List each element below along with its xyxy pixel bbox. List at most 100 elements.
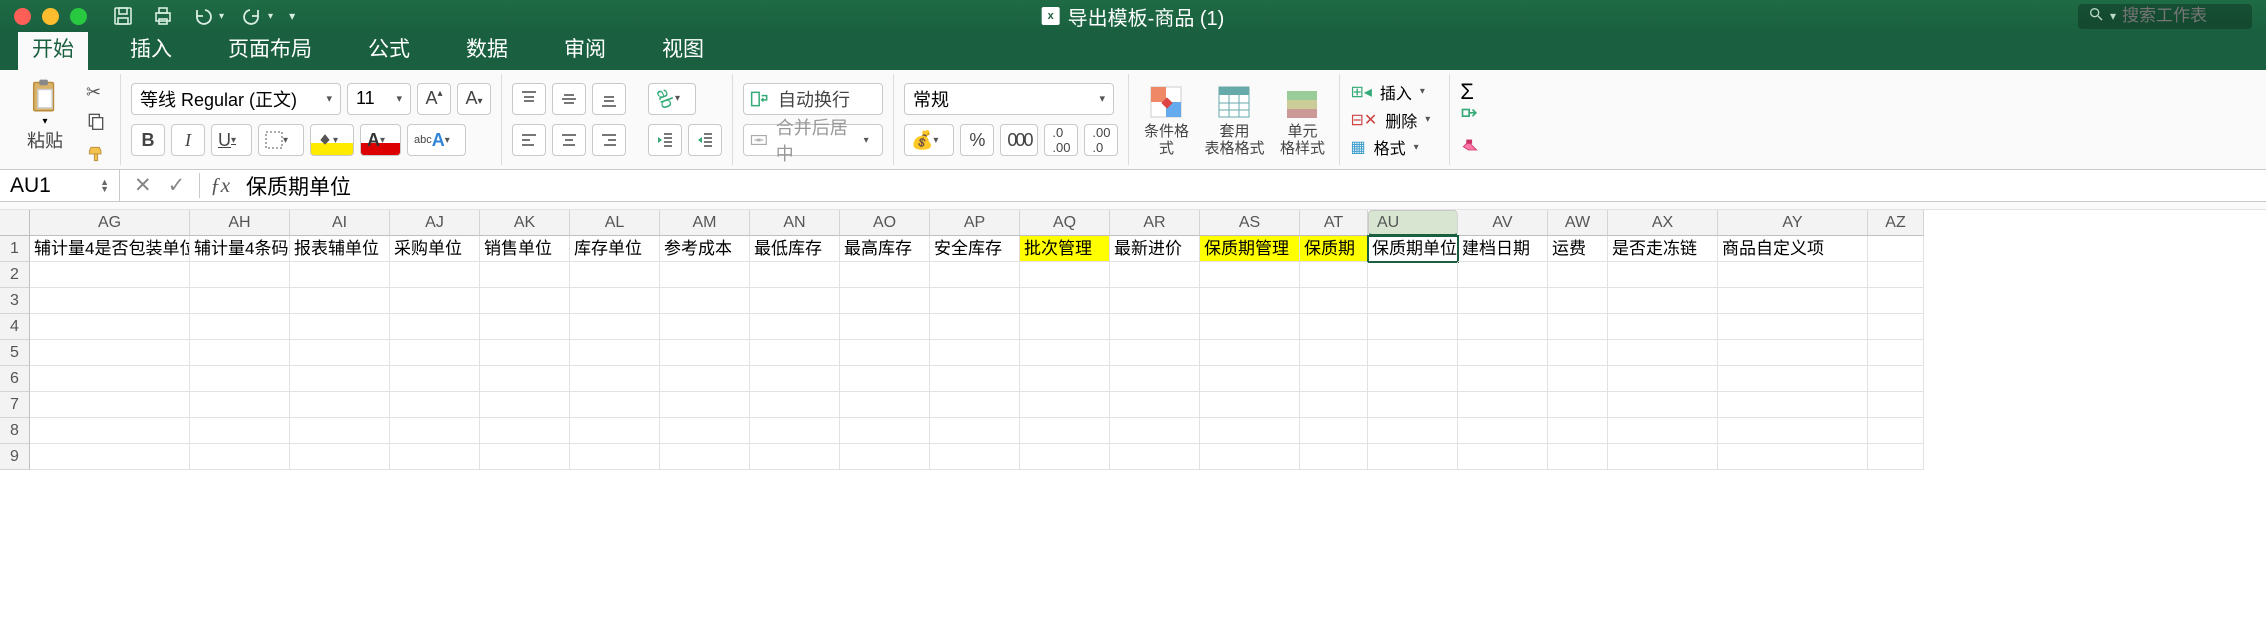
cell-AV4[interactable]: [1458, 314, 1548, 340]
copy-icon[interactable]: [86, 111, 106, 136]
cell-AU1[interactable]: 保质期单位: [1368, 236, 1458, 262]
accept-formula-icon[interactable]: ✓: [168, 173, 186, 198]
cell-AN4[interactable]: [750, 314, 840, 340]
cell-AX8[interactable]: [1608, 418, 1718, 444]
cell-AP1[interactable]: 安全库存: [930, 236, 1020, 262]
cell-AT7[interactable]: [1300, 392, 1368, 418]
cell-AI5[interactable]: [290, 340, 390, 366]
cell-AY2[interactable]: [1718, 262, 1868, 288]
cell-AO7[interactable]: [840, 392, 930, 418]
cell-AP5[interactable]: [930, 340, 1020, 366]
cell-AP9[interactable]: [930, 444, 1020, 470]
cell-AS1[interactable]: 保质期管理: [1200, 236, 1300, 262]
tab-data[interactable]: 数据: [452, 27, 522, 70]
merge-center-button[interactable]: 合并后居中 ▾: [743, 124, 883, 156]
cell-AU3[interactable]: [1368, 288, 1458, 314]
cell-AN9[interactable]: [750, 444, 840, 470]
cell-AY5[interactable]: [1718, 340, 1868, 366]
cell-AN2[interactable]: [750, 262, 840, 288]
cell-AP7[interactable]: [930, 392, 1020, 418]
cell-AI2[interactable]: [290, 262, 390, 288]
cell-AN1[interactable]: 最低库存: [750, 236, 840, 262]
align-top-button[interactable]: [512, 83, 546, 115]
minimize-window[interactable]: [42, 8, 59, 25]
save-icon[interactable]: [111, 4, 135, 28]
column-header-AY[interactable]: AY: [1718, 210, 1868, 236]
column-header-AJ[interactable]: AJ: [390, 210, 480, 236]
cell-AN6[interactable]: [750, 366, 840, 392]
currency-button[interactable]: 💰▾: [904, 124, 954, 156]
cell-AS9[interactable]: [1200, 444, 1300, 470]
cell-AY6[interactable]: [1718, 366, 1868, 392]
row-header-3[interactable]: 3: [0, 288, 30, 314]
align-right-button[interactable]: [592, 124, 626, 156]
font-color-button[interactable]: A▾: [360, 124, 401, 156]
cell-AQ6[interactable]: [1020, 366, 1110, 392]
cell-AX1[interactable]: 是否走冻链: [1608, 236, 1718, 262]
cell-AI7[interactable]: [290, 392, 390, 418]
column-header-AQ[interactable]: AQ: [1020, 210, 1110, 236]
cell-AK3[interactable]: [480, 288, 570, 314]
cell-AU7[interactable]: [1368, 392, 1458, 418]
cell-AY9[interactable]: [1718, 444, 1868, 470]
decrease-font-button[interactable]: A▾: [457, 83, 491, 115]
cell-AO6[interactable]: [840, 366, 930, 392]
cell-AI4[interactable]: [290, 314, 390, 340]
cell-AL5[interactable]: [570, 340, 660, 366]
cell-AZ1[interactable]: [1868, 236, 1924, 262]
insert-cells-icon[interactable]: ⊞◂: [1350, 82, 1371, 102]
fill-icon[interactable]: [1460, 107, 1480, 132]
column-header-AO[interactable]: AO: [840, 210, 930, 236]
cell-AQ9[interactable]: [1020, 444, 1110, 470]
cell-AT9[interactable]: [1300, 444, 1368, 470]
cell-AQ3[interactable]: [1020, 288, 1110, 314]
cell-AM4[interactable]: [660, 314, 750, 340]
insert-label[interactable]: 插入: [1380, 80, 1412, 104]
select-all-corner[interactable]: [0, 210, 30, 236]
cell-AX4[interactable]: [1608, 314, 1718, 340]
cell-AZ3[interactable]: [1868, 288, 1924, 314]
column-header-AU[interactable]: AU: [1368, 210, 1458, 236]
cell-AS5[interactable]: [1200, 340, 1300, 366]
cell-AZ8[interactable]: [1868, 418, 1924, 444]
cell-AN8[interactable]: [750, 418, 840, 444]
cell-AL9[interactable]: [570, 444, 660, 470]
cell-AH1[interactable]: 辅计量4条码: [190, 236, 290, 262]
cell-AG6[interactable]: [30, 366, 190, 392]
cell-AT4[interactable]: [1300, 314, 1368, 340]
close-window[interactable]: [14, 8, 31, 25]
percent-button[interactable]: %: [960, 124, 994, 156]
cell-AT6[interactable]: [1300, 366, 1368, 392]
cell-AQ2[interactable]: [1020, 262, 1110, 288]
column-header-AS[interactable]: AS: [1200, 210, 1300, 236]
cell-AT8[interactable]: [1300, 418, 1368, 444]
cell-AX3[interactable]: [1608, 288, 1718, 314]
cell-AH4[interactable]: [190, 314, 290, 340]
cell-AS4[interactable]: [1200, 314, 1300, 340]
redo-button[interactable]: ▾: [240, 4, 273, 28]
cell-AV7[interactable]: [1458, 392, 1548, 418]
cell-AM1[interactable]: 参考成本: [660, 236, 750, 262]
cell-AI9[interactable]: [290, 444, 390, 470]
cell-AP2[interactable]: [930, 262, 1020, 288]
cell-AK2[interactable]: [480, 262, 570, 288]
cell-AW3[interactable]: [1548, 288, 1608, 314]
underline-button[interactable]: U▾: [211, 124, 252, 156]
cell-AT5[interactable]: [1300, 340, 1368, 366]
column-header-AH[interactable]: AH: [190, 210, 290, 236]
cell-AS8[interactable]: [1200, 418, 1300, 444]
cell-AT1[interactable]: 保质期: [1300, 236, 1368, 262]
row-header-6[interactable]: 6: [0, 366, 30, 392]
format-cells-icon[interactable]: ▦: [1350, 137, 1365, 157]
cell-AH6[interactable]: [190, 366, 290, 392]
row-header-2[interactable]: 2: [0, 262, 30, 288]
cell-AO8[interactable]: [840, 418, 930, 444]
cell-AX7[interactable]: [1608, 392, 1718, 418]
cell-AV2[interactable]: [1458, 262, 1548, 288]
cell-AQ8[interactable]: [1020, 418, 1110, 444]
column-header-AI[interactable]: AI: [290, 210, 390, 236]
print-icon[interactable]: [151, 4, 175, 28]
column-header-AN[interactable]: AN: [750, 210, 840, 236]
align-bottom-button[interactable]: [592, 83, 626, 115]
cell-AM2[interactable]: [660, 262, 750, 288]
